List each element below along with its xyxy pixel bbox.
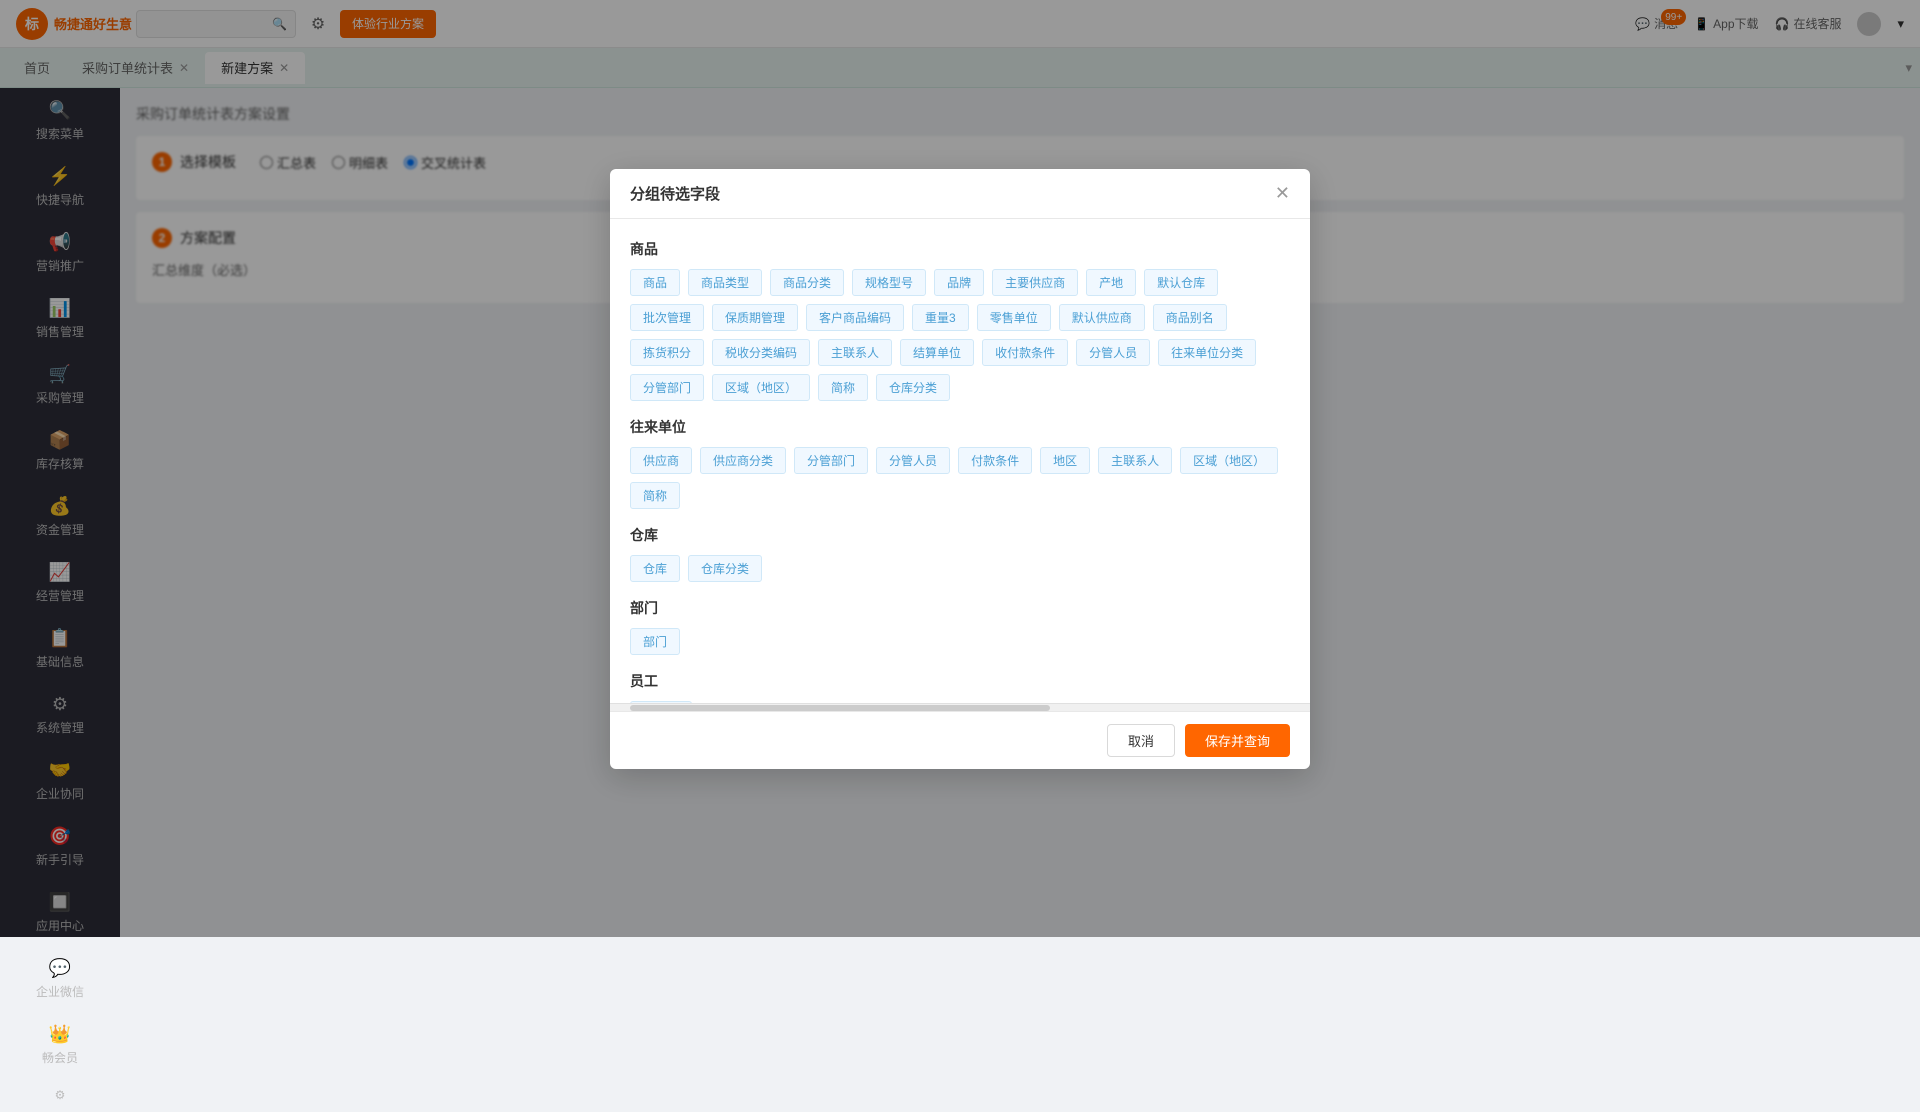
field-tag[interactable]: 付款条件 [958,447,1032,474]
field-tag[interactable]: 零售单位 [977,304,1051,331]
modal-overlay[interactable]: 分组待选字段 ✕ 商品 商品 商品类型 商品分类 规格型号 品牌 主要供应商 产… [0,0,1920,937]
field-tag[interactable]: 客户商品编码 [806,304,904,331]
modal-body: 商品 商品 商品类型 商品分类 规格型号 品牌 主要供应商 产地 默认仓库 批次… [610,219,1310,703]
field-tag[interactable]: 结算单位 [900,339,974,366]
field-tag[interactable]: 供应商 [630,447,692,474]
sidebar-wechat-label: 企业微信 [36,983,84,1000]
field-tag[interactable]: 商品类型 [688,269,762,296]
field-tag[interactable]: 重量3 [912,304,969,331]
field-tag[interactable]: 收付款条件 [982,339,1068,366]
field-tag[interactable]: 地区 [1040,447,1090,474]
modal-close-button[interactable]: ✕ [1275,183,1290,204]
field-tag[interactable]: 税收分类编码 [712,339,810,366]
section-partner-title: 往来单位 [630,417,1290,437]
field-tag[interactable]: 仓库 [630,555,680,582]
field-tag[interactable]: 简称 [630,482,680,509]
field-tag[interactable]: 保质期管理 [712,304,798,331]
field-tag[interactable]: 部门 [630,628,680,655]
section-department-fields: 部门 [630,628,1290,655]
field-tag[interactable]: 主要供应商 [992,269,1078,296]
field-tag[interactable]: 产地 [1086,269,1136,296]
field-tag[interactable]: 商品 [630,269,680,296]
field-tag[interactable]: 分管部门 [794,447,868,474]
field-tag[interactable]: 简称 [818,374,868,401]
field-tag[interactable]: 区域（地区） [712,374,810,401]
field-tag[interactable]: 批次管理 [630,304,704,331]
sidebar-bottom: ⚙ [0,1078,120,1112]
sidebar-settings-bottom-icon: ⚙ [55,1088,66,1102]
modal-title: 分组待选字段 [630,183,720,204]
field-tag[interactable]: 往来单位分类 [1158,339,1256,366]
field-tag[interactable]: 仓库分类 [688,555,762,582]
sidebar-member-label: 畅会员 [42,1049,78,1066]
sidebar-wechat-icon: 💬 [49,958,71,979]
field-tag[interactable]: 区域（地区） [1180,447,1278,474]
sidebar-item-member[interactable]: 👑 畅会员 [0,1012,120,1078]
field-tag[interactable]: 分管部门 [630,374,704,401]
field-tag[interactable]: 分管人员 [876,447,950,474]
field-tag[interactable]: 供应商分类 [700,447,786,474]
field-tag[interactable]: 默认仓库 [1144,269,1218,296]
field-tag[interactable]: 品牌 [934,269,984,296]
section-partner-fields: 供应商 供应商分类 分管部门 分管人员 付款条件 地区 主联系人 区域（地区） … [630,447,1290,509]
section-product-title: 商品 [630,239,1290,259]
field-tag[interactable]: 分管人员 [1076,339,1150,366]
section-warehouse-fields: 仓库 仓库分类 [630,555,1290,582]
section-employee-title: 员工 [630,671,1290,691]
modal-hscroll-thumb[interactable] [630,705,1050,711]
section-department-title: 部门 [630,598,1290,618]
cancel-button[interactable]: 取消 [1107,724,1175,757]
sidebar-member-icon: 👑 [49,1024,71,1045]
field-tag[interactable]: 商品分类 [770,269,844,296]
modal-horizontal-scrollbar[interactable] [610,703,1310,711]
sidebar-item-wechat[interactable]: 💬 企业微信 [0,946,120,1012]
field-tag[interactable]: 默认供应商 [1059,304,1145,331]
field-tag[interactable]: 拣货积分 [630,339,704,366]
section-product-fields: 商品 商品类型 商品分类 规格型号 品牌 主要供应商 产地 默认仓库 批次管理 … [630,269,1290,401]
modal-header: 分组待选字段 ✕ [610,169,1310,219]
save-query-button[interactable]: 保存并查询 [1185,724,1290,757]
field-tag[interactable]: 仓库分类 [876,374,950,401]
field-select-modal: 分组待选字段 ✕ 商品 商品 商品类型 商品分类 规格型号 品牌 主要供应商 产… [610,169,1310,769]
field-tag[interactable]: 主联系人 [818,339,892,366]
section-warehouse-title: 仓库 [630,525,1290,545]
modal-footer: 取消 保存并查询 [610,711,1310,769]
sidebar-settings-bottom[interactable]: ⚙ [0,1078,120,1112]
field-tag[interactable]: 主联系人 [1098,447,1172,474]
field-tag[interactable]: 商品别名 [1153,304,1227,331]
field-tag[interactable]: 规格型号 [852,269,926,296]
